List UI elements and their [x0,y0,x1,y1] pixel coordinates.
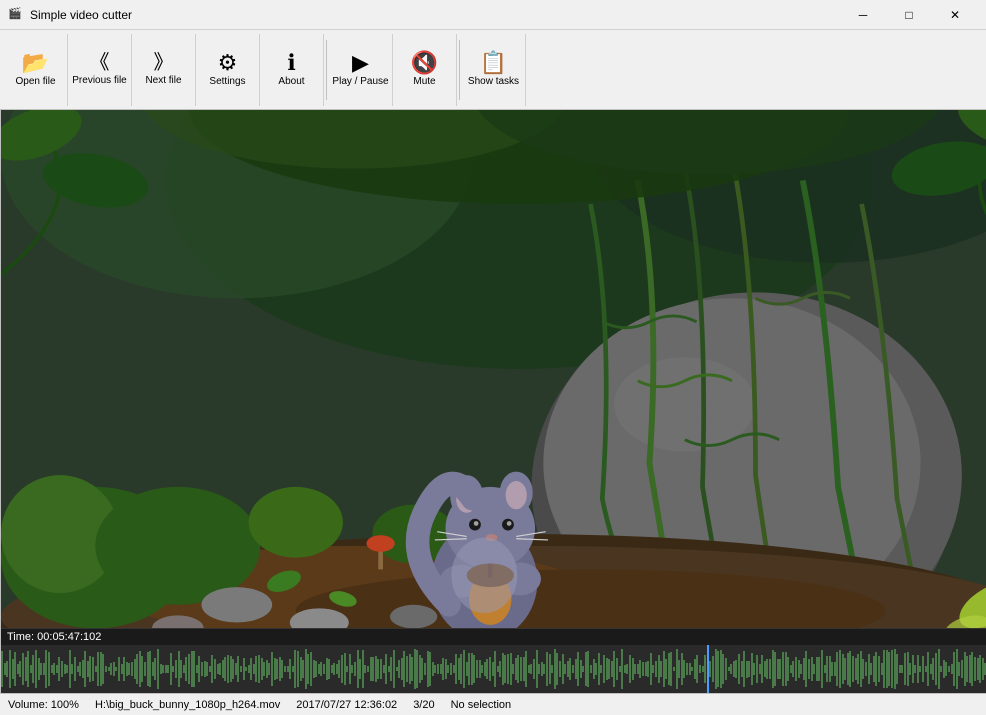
mute-label: Mute [413,76,435,87]
next-file-icon: 》 [154,53,174,73]
previous-file-label: Previous file [72,75,126,86]
show-tasks-button[interactable]: 📋 Show tasks [462,34,526,106]
minimize-button[interactable]: ─ [840,0,886,30]
about-icon: ℹ [287,52,295,74]
title-bar: 🎬 Simple video cutter ─ □ ✕ [0,0,986,30]
video-frame [1,110,986,628]
about-button[interactable]: ℹ About [260,34,324,106]
play-pause-label: Play / Pause [332,76,388,87]
video-placeholder [1,110,986,628]
timeline-bar[interactable] [1,645,986,693]
play-pause-icon: ▶ [352,52,369,74]
datetime-status: 2017/07/27 12:36:02 [296,699,397,711]
toolbar-separator [326,40,327,100]
open-file-label: Open file [15,76,55,87]
main-content: ✋ Set start ☝ Set end ▶ Play range ◇ Cle… [0,110,986,693]
window-title: Simple video cutter [30,8,840,22]
video-svg [1,110,986,628]
open-file-button[interactable]: 📂 Open file [4,34,68,106]
next-file-label: Next file [145,75,181,86]
show-tasks-icon: 📋 [480,52,507,74]
settings-icon: ⚙ [218,52,238,74]
mute-icon: 🔇 [411,52,438,74]
mute-button[interactable]: 🔇 Mute [393,34,457,106]
play-pause-button[interactable]: ▶ Play / Pause [329,34,393,106]
close-button[interactable]: ✕ [932,0,978,30]
timeline-time: Time: 00:05:47:102 [1,629,986,645]
next-file-button[interactable]: 》 Next file [132,34,196,106]
status-bar: Volume: 100% H:\big_buck_bunny_1080p_h26… [0,693,986,715]
maximize-button[interactable]: □ [886,0,932,30]
volume-status: Volume: 100% [8,699,79,711]
open-file-icon: 📂 [22,52,49,74]
timeline-waveform [1,645,986,693]
position-status: 3/20 [413,699,434,711]
app-icon: 🎬 [8,7,24,23]
previous-file-icon: 《 [90,53,110,73]
timeline-area: Time: 00:05:47:102 [1,628,986,693]
selection-status: No selection [451,699,512,711]
filepath-status: H:\big_buck_bunny_1080p_h264.mov [95,699,280,711]
toolbar: 📂 Open file 《 Previous file 》 Next file … [0,30,986,110]
video-area: Time: 00:05:47:102 [1,110,986,693]
previous-file-button[interactable]: 《 Previous file [68,34,132,106]
timeline-cursor [707,645,709,693]
settings-button[interactable]: ⚙ Settings [196,34,260,106]
about-label: About [278,76,304,87]
settings-label: Settings [209,76,245,87]
toolbar-separator-2 [459,40,460,100]
show-tasks-label: Show tasks [468,76,519,87]
window-controls: ─ □ ✕ [840,0,978,30]
